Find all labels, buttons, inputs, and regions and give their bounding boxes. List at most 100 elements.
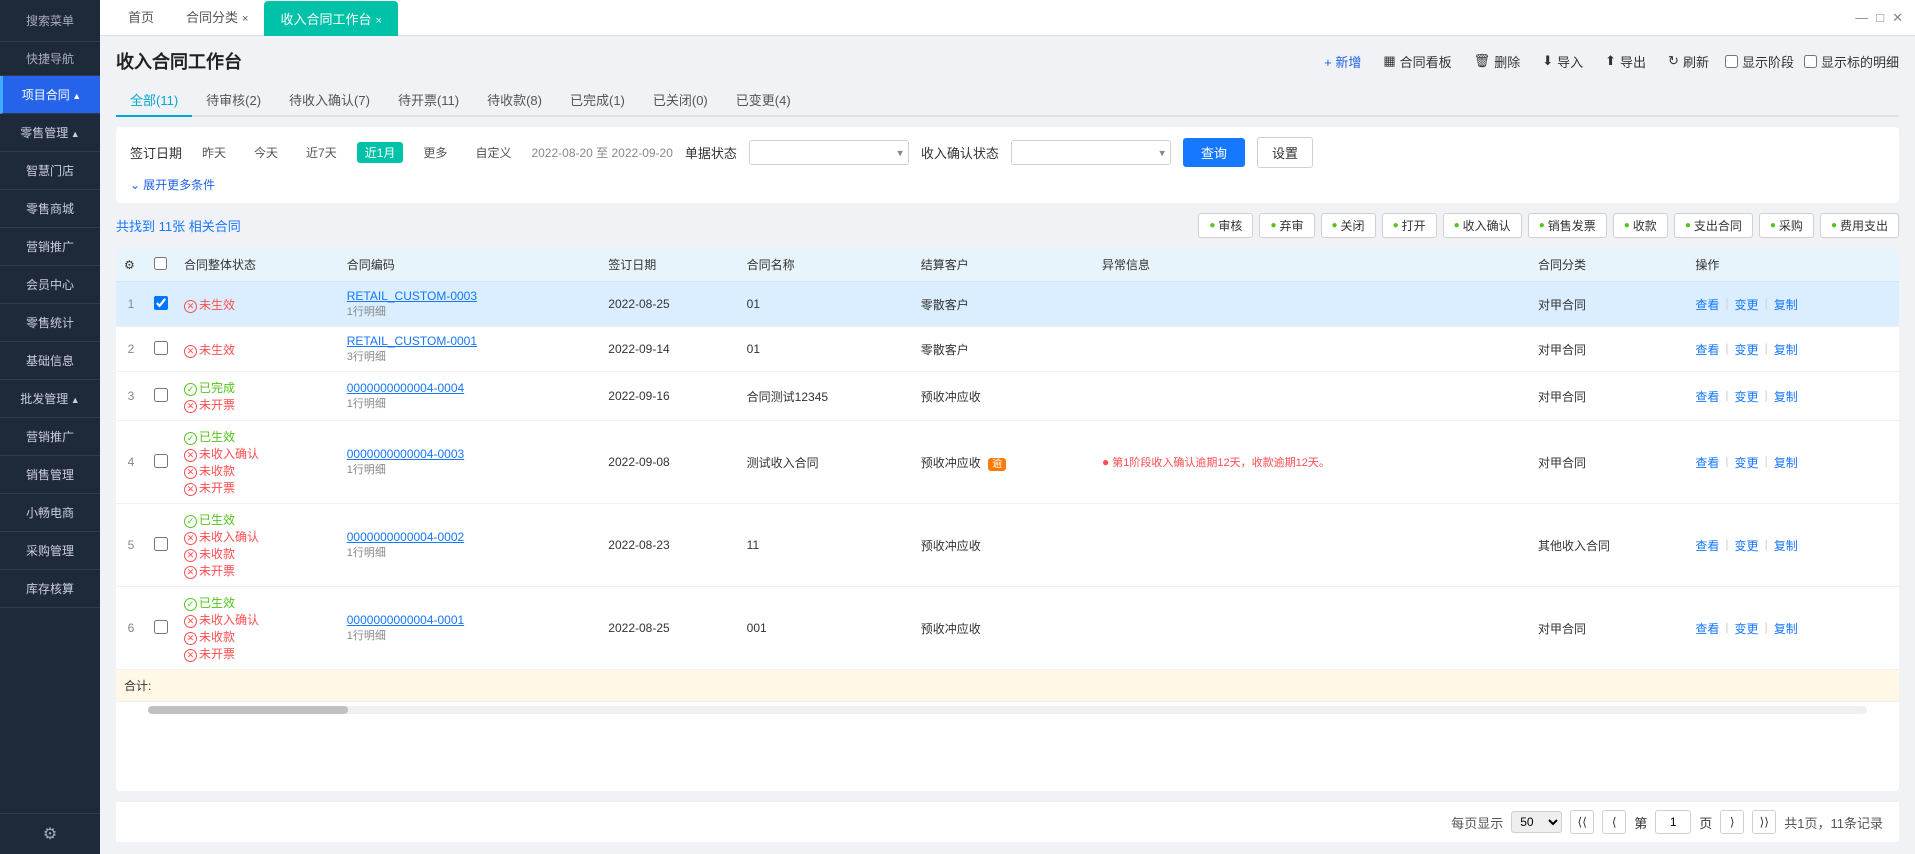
row-checkbox[interactable] [154, 454, 168, 468]
delete-button[interactable]: 🗑 删除 [1468, 50, 1527, 73]
row-checkbox[interactable] [154, 537, 168, 551]
date-btn-7days[interactable]: 近7天 [298, 142, 345, 163]
sidebar-item-batch-mgmt[interactable]: 批发管理 ▲ [0, 380, 100, 418]
row-code-link[interactable]: 0000000000004-0003 [347, 447, 464, 461]
toolbar-btn-income-confirm[interactable]: ● 收入确认 [1443, 213, 1522, 238]
action-btn-查看[interactable]: 查看 [1695, 620, 1719, 637]
prev-page-btn[interactable]: ⟨ [1602, 810, 1626, 834]
tab-contract-category[interactable]: 合同分类× [170, 0, 264, 36]
expand-filter-button[interactable]: ⌄ 展开更多条件 [130, 176, 215, 193]
sidebar-item-sales-mgmt[interactable]: 销售管理 [0, 456, 100, 494]
sidebar-item-ecommerce[interactable]: 小畅电商 [0, 494, 100, 532]
row-checkbox[interactable] [154, 620, 168, 634]
action-btn-复制[interactable]: 复制 [1774, 341, 1798, 358]
horizontal-scrollbar[interactable] [116, 702, 1899, 718]
table-row[interactable]: 1✕未生效RETAIL_CUSTOM-00031行明细2022-08-2501零… [116, 282, 1899, 327]
action-btn-查看[interactable]: 查看 [1695, 537, 1719, 554]
query-button[interactable]: 查询 [1183, 138, 1245, 167]
filter-tab-closed[interactable]: 已关闭(0) [639, 84, 722, 117]
next-page-btn[interactable]: ⟩ [1720, 810, 1744, 834]
sidebar-item-inventory[interactable]: 库存核算 [0, 570, 100, 608]
tab-close-contract-category[interactable]: × [242, 13, 248, 25]
action-btn-变更[interactable]: 变更 [1735, 537, 1759, 554]
action-btn-复制[interactable]: 复制 [1774, 537, 1798, 554]
select-all-checkbox[interactable] [154, 257, 167, 270]
row-code-link[interactable]: RETAIL_CUSTOM-0001 [347, 334, 477, 348]
window-minimize[interactable]: — [1855, 10, 1868, 25]
date-btn-more[interactable]: 更多 [415, 142, 455, 163]
row-code-link[interactable]: 0000000000004-0001 [347, 613, 464, 627]
toolbar-btn-sales-invoice[interactable]: ● 销售发票 [1528, 213, 1607, 238]
sidebar-item-project[interactable]: 项目合同 ▲ [0, 76, 100, 114]
sidebar-item-marketing2[interactable]: 营销推广 [0, 418, 100, 456]
filter-tab-changed[interactable]: 已变更(4) [722, 84, 805, 117]
filter-tab-pending-income[interactable]: 待收入确认(7) [275, 84, 384, 117]
date-btn-1month[interactable]: 近1月 [357, 142, 404, 163]
row-checkbox[interactable] [154, 341, 168, 355]
action-btn-查看[interactable]: 查看 [1695, 341, 1719, 358]
refresh-button[interactable]: ↻ 刷新 [1662, 50, 1715, 73]
toolbar-btn-close[interactable]: ● 关闭 [1321, 213, 1376, 238]
filter-tab-all[interactable]: 全部(11) [116, 84, 192, 117]
action-btn-复制[interactable]: 复制 [1774, 620, 1798, 637]
export-button[interactable]: ⬆ 导出 [1599, 50, 1652, 73]
date-btn-yesterday[interactable]: 昨天 [194, 142, 234, 163]
sidebar-item-purchase[interactable]: 采购管理 [0, 532, 100, 570]
window-maximize[interactable]: □ [1876, 10, 1884, 25]
show-detail-checkbox-label[interactable]: 显示标的明细 [1804, 52, 1899, 71]
table-row[interactable]: 3✓已完成✕未开票0000000000004-00041行明细2022-09-1… [116, 372, 1899, 421]
action-btn-变更[interactable]: 变更 [1735, 620, 1759, 637]
sidebar-nav[interactable]: 快捷导航 [0, 42, 100, 76]
tab-home[interactable]: 首页 [112, 0, 170, 36]
first-page-btn[interactable]: ⟨⟨ [1570, 810, 1594, 834]
date-btn-custom[interactable]: 自定义 [467, 142, 519, 163]
toolbar-btn-expense[interactable]: ● 费用支出 [1820, 213, 1899, 238]
show-stage-checkbox[interactable] [1725, 55, 1738, 68]
sidebar-item-retail-mall[interactable]: 零售商城 [0, 190, 100, 228]
action-btn-变更[interactable]: 变更 [1735, 454, 1759, 471]
tab-income-workbench[interactable]: 收入合同工作台× [264, 1, 397, 36]
toolbar-btn-collect[interactable]: ● 收款 [1613, 213, 1668, 238]
sidebar-item-basic-info[interactable]: 基础信息 [0, 342, 100, 380]
action-btn-变更[interactable]: 变更 [1735, 296, 1759, 313]
sidebar-item-smart-store[interactable]: 智慧门店 [0, 152, 100, 190]
action-btn-变更[interactable]: 变更 [1735, 388, 1759, 405]
sidebar-search[interactable]: 搜索菜单 [0, 0, 100, 42]
table-row[interactable]: 6✓已生效✕未收入确认✕未收款✕未开票0000000000004-00011行明… [116, 587, 1899, 670]
tab-close-income-workbench[interactable]: × [375, 15, 381, 27]
show-stage-checkbox-label[interactable]: 显示阶段 [1725, 52, 1794, 71]
row-code-link[interactable]: 0000000000004-0002 [347, 530, 464, 544]
toolbar-btn-print[interactable]: ● 打开 [1382, 213, 1437, 238]
set-button[interactable]: 设置 [1257, 137, 1313, 168]
filter-tab-pending-invoice[interactable]: 待开票(11) [384, 84, 473, 117]
action-btn-查看[interactable]: 查看 [1695, 388, 1719, 405]
action-btn-查看[interactable]: 查看 [1695, 296, 1719, 313]
sidebar-item-marketing[interactable]: 营销推广 [0, 228, 100, 266]
row-code-link[interactable]: RETAIL_CUSTOM-0003 [347, 289, 477, 303]
sidebar-item-member[interactable]: 会员中心 [0, 266, 100, 304]
action-btn-复制[interactable]: 复制 [1774, 454, 1798, 471]
page-number-input[interactable] [1655, 810, 1691, 834]
table-row[interactable]: 4✓已生效✕未收入确认✕未收款✕未开票0000000000004-00031行明… [116, 421, 1899, 504]
action-btn-复制[interactable]: 复制 [1774, 296, 1798, 313]
toolbar-btn-purchase-btn[interactable]: ● 采购 [1759, 213, 1814, 238]
row-checkbox[interactable] [154, 388, 168, 402]
action-btn-复制[interactable]: 复制 [1774, 388, 1798, 405]
filter-tab-pending-review[interactable]: 待审核(2) [192, 84, 275, 117]
date-btn-today[interactable]: 今天 [246, 142, 286, 163]
toolbar-btn-payout[interactable]: ● 支出合同 [1674, 213, 1753, 238]
sidebar-settings[interactable]: ⚙ [0, 813, 100, 854]
filter-tab-pending-payment[interactable]: 待收款(8) [473, 84, 556, 117]
import-button[interactable]: ⬇ 导入 [1536, 50, 1589, 73]
toolbar-btn-review[interactable]: ● 审核 [1198, 213, 1253, 238]
action-btn-查看[interactable]: 查看 [1695, 454, 1719, 471]
sidebar-item-retail-stat[interactable]: 零售统计 [0, 304, 100, 342]
per-page-select[interactable]: 50 100 200 [1511, 811, 1562, 833]
doc-status-select[interactable] [749, 140, 909, 165]
table-row[interactable]: 2✕未生效RETAIL_CUSTOM-00013行明细2022-09-1401零… [116, 327, 1899, 372]
toolbar-btn-abandon[interactable]: ● 弃审 [1259, 213, 1314, 238]
filter-tab-done[interactable]: 已完成(1) [556, 84, 639, 117]
sidebar-item-retail-mgmt[interactable]: 零售管理 ▲ [0, 114, 100, 152]
show-detail-checkbox[interactable] [1804, 55, 1817, 68]
last-page-btn[interactable]: ⟩⟩ [1752, 810, 1776, 834]
